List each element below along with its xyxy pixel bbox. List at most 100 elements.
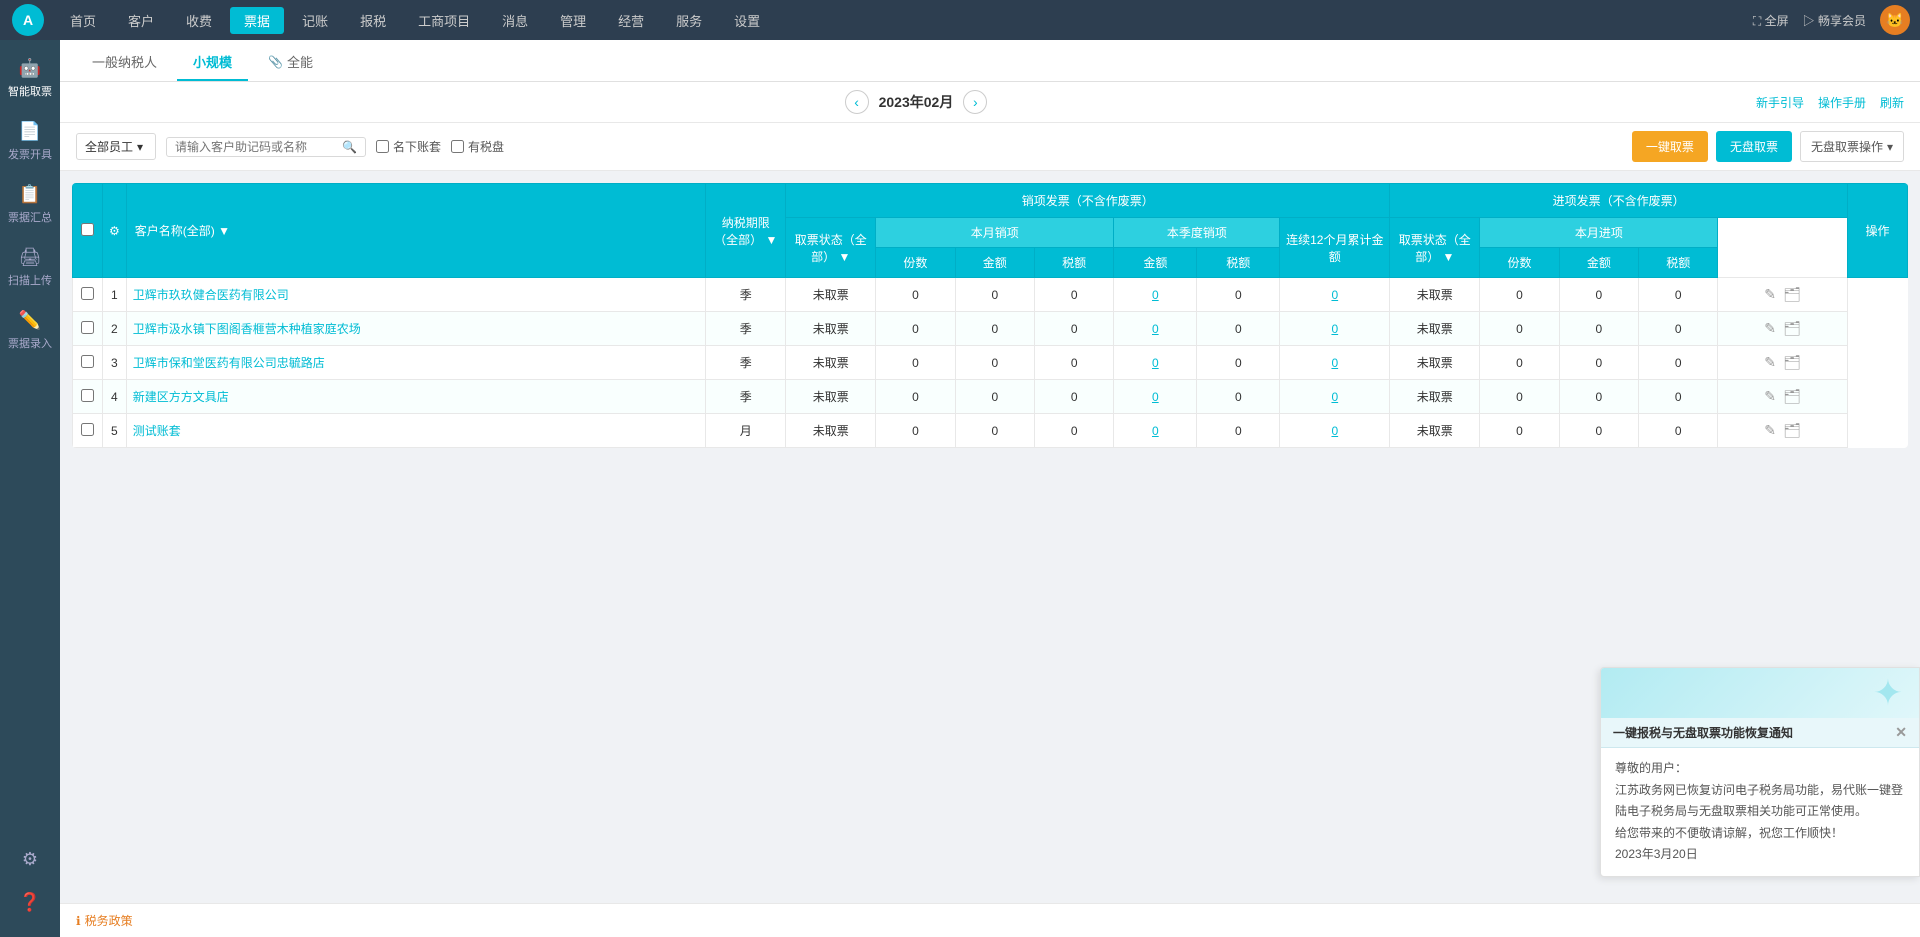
- sidebar-item-invoice-open[interactable]: 📄 发票开具: [3, 113, 57, 170]
- row-checkbox-cell[interactable]: [73, 278, 103, 312]
- search-input[interactable]: [175, 140, 342, 154]
- sidebar-item-entry[interactable]: ✏️ 票据录入: [3, 302, 57, 359]
- help-icon: ❓: [19, 892, 41, 913]
- tax-disk-checkbox[interactable]: [451, 140, 464, 153]
- employee-select[interactable]: 全部员工 ▾: [76, 133, 156, 160]
- row-detail-icon[interactable]: 🗂: [1783, 388, 1801, 404]
- my-account-checkbox-label[interactable]: 名下账套: [376, 138, 441, 155]
- notif-scroll-area[interactable]: 尊敬的用户： 江苏政务网已恢复访问电子税务局功能，易代账一键登陆电子税务局与无盘…: [1615, 758, 1905, 866]
- col-purchase-month-amount: 金额: [1559, 248, 1638, 278]
- row-edit-icon[interactable]: ✎: [1764, 388, 1776, 404]
- nav-bookkeeping[interactable]: 记账: [288, 7, 342, 34]
- row-purchase-month-amount: 0: [1559, 278, 1638, 312]
- col-config-icon: ⚙: [103, 184, 127, 278]
- manual-btn[interactable]: 操作手册: [1818, 94, 1866, 111]
- period-prev-btn[interactable]: ‹: [845, 90, 869, 114]
- row-customer-name[interactable]: 卫辉市保和堂医药有限公司忠毓路店: [126, 346, 705, 380]
- row-purchase-month-tax: 0: [1639, 278, 1718, 312]
- nav-fee[interactable]: 收费: [172, 7, 226, 34]
- nav-operation[interactable]: 经营: [604, 7, 658, 34]
- tax-policy-link[interactable]: 税务政策: [85, 912, 133, 929]
- row-sales-month-amount: 0: [955, 380, 1034, 414]
- nav-invoice[interactable]: 票据: [230, 7, 284, 34]
- one-click-ticket-btn[interactable]: 一键取票: [1632, 131, 1708, 162]
- row-customer-name[interactable]: 新建区方方文具店: [126, 380, 705, 414]
- tax-disk-label: 有税盘: [468, 138, 504, 155]
- row-checkbox[interactable]: [81, 321, 94, 334]
- tab-general-taxpayer[interactable]: 一般纳税人: [76, 44, 173, 81]
- table-row: 1 卫辉市玖玖健合医药有限公司 季 未取票 0 0 0 0 0 0 未取票 0 …: [73, 278, 1908, 312]
- nav-service[interactable]: 服务: [662, 7, 716, 34]
- sidebar-item-smart-ticket[interactable]: 🤖 智能取票: [3, 50, 57, 107]
- row-edit-icon[interactable]: ✎: [1764, 422, 1776, 438]
- row-customer-name[interactable]: 测试账套: [126, 414, 705, 448]
- row-sales-month-shares: 0: [876, 414, 955, 448]
- nav-manage[interactable]: 管理: [546, 7, 600, 34]
- row-detail-icon[interactable]: 🗂: [1783, 422, 1801, 438]
- nav-customer[interactable]: 客户: [114, 7, 168, 34]
- sidebar-item-summary[interactable]: 📋 票据汇总: [3, 176, 57, 233]
- row-edit-icon[interactable]: ✎: [1764, 320, 1776, 336]
- nav-business[interactable]: 工商项目: [404, 7, 484, 34]
- fullscreen-btn[interactable]: ⛶ 全屏: [1753, 12, 1789, 29]
- row-checkbox-cell[interactable]: [73, 312, 103, 346]
- row-purchase-month-amount: 0: [1559, 312, 1638, 346]
- tab-all[interactable]: 📎 全能: [252, 44, 329, 81]
- row-checkbox[interactable]: [81, 389, 94, 402]
- tab-bar: 一般纳税人 小规模 📎 全能: [60, 40, 1920, 82]
- row-purchase-status: 未取票: [1390, 380, 1480, 414]
- period-right: 新手引导 操作手册 刷新: [1756, 94, 1904, 111]
- row-purchase-month-amount: 0: [1559, 414, 1638, 448]
- sidebar-item-help[interactable]: ❓: [3, 884, 57, 921]
- row-customer-name[interactable]: 卫辉市玖玖健合医药有限公司: [126, 278, 705, 312]
- sidebar-item-scan[interactable]: 🖨 扫描上传: [3, 239, 57, 296]
- nav-message[interactable]: 消息: [488, 7, 542, 34]
- row-edit-icon[interactable]: ✎: [1764, 286, 1776, 302]
- row-purchase-status: 未取票: [1390, 312, 1480, 346]
- settings-icon: ⚙: [22, 849, 38, 870]
- dropdown-arrow-icon: ▾: [1887, 140, 1893, 154]
- no-disk-op-label: 无盘取票操作: [1811, 138, 1883, 155]
- search-icon[interactable]: 🔍: [342, 140, 357, 154]
- nav-tax[interactable]: 报税: [346, 7, 400, 34]
- tab-small-scale[interactable]: 小规模: [177, 44, 248, 81]
- row-tax-period: 月: [706, 414, 786, 448]
- row-checkbox[interactable]: [81, 355, 94, 368]
- notif-close-btn[interactable]: ✕: [1895, 724, 1907, 741]
- vip-btn[interactable]: ▷ 畅享会员: [1803, 12, 1866, 29]
- row-checkbox[interactable]: [81, 423, 94, 436]
- my-account-checkbox[interactable]: [376, 140, 389, 153]
- select-all-checkbox[interactable]: [81, 223, 94, 236]
- nav-home[interactable]: 首页: [56, 7, 110, 34]
- row-tax-period: 季: [706, 312, 786, 346]
- no-disk-op-btn[interactable]: 无盘取票操作 ▾: [1800, 131, 1904, 162]
- col-sales-qtr-header: 本季度销项: [1114, 218, 1280, 248]
- row-checkbox-cell[interactable]: [73, 346, 103, 380]
- period-next-btn[interactable]: ›: [963, 90, 987, 114]
- row-checkbox-cell[interactable]: [73, 380, 103, 414]
- row-checkbox[interactable]: [81, 287, 94, 300]
- row-actions: ✎ 🗂: [1718, 414, 1848, 448]
- row-customer-name[interactable]: 卫辉市汲水镇下图阁香榧营木种植家庭农场: [126, 312, 705, 346]
- row-sales-month-amount: 0: [955, 346, 1034, 380]
- nav-settings[interactable]: 设置: [720, 7, 774, 34]
- row-purchase-status: 未取票: [1390, 414, 1480, 448]
- no-disk-ticket-btn[interactable]: 无盘取票: [1716, 131, 1792, 162]
- row-sales-qtr-tax: 0: [1197, 346, 1280, 380]
- sidebar-item-settings[interactable]: ⚙: [3, 841, 57, 878]
- table-row: 3 卫辉市保和堂医药有限公司忠毓路店 季 未取票 0 0 0 0 0 0 未取票…: [73, 346, 1908, 380]
- logo[interactable]: A: [10, 2, 46, 38]
- user-avatar[interactable]: 🐱: [1880, 5, 1910, 35]
- col-purchase-month-header: 本月进项: [1480, 218, 1718, 248]
- row-detail-icon[interactable]: 🗂: [1783, 354, 1801, 370]
- row-checkbox-cell[interactable]: [73, 414, 103, 448]
- row-purchase-month-shares: 0: [1480, 414, 1559, 448]
- row-edit-icon[interactable]: ✎: [1764, 354, 1776, 370]
- sidebar-label-invoice: 发票开具: [8, 146, 52, 162]
- new-guide-btn[interactable]: 新手引导: [1756, 94, 1804, 111]
- row-detail-icon[interactable]: 🗂: [1783, 286, 1801, 302]
- row-sales-month-tax: 0: [1035, 414, 1114, 448]
- tax-disk-checkbox-label[interactable]: 有税盘: [451, 138, 504, 155]
- row-detail-icon[interactable]: 🗂: [1783, 320, 1801, 336]
- refresh-btn[interactable]: 刷新: [1880, 94, 1904, 111]
